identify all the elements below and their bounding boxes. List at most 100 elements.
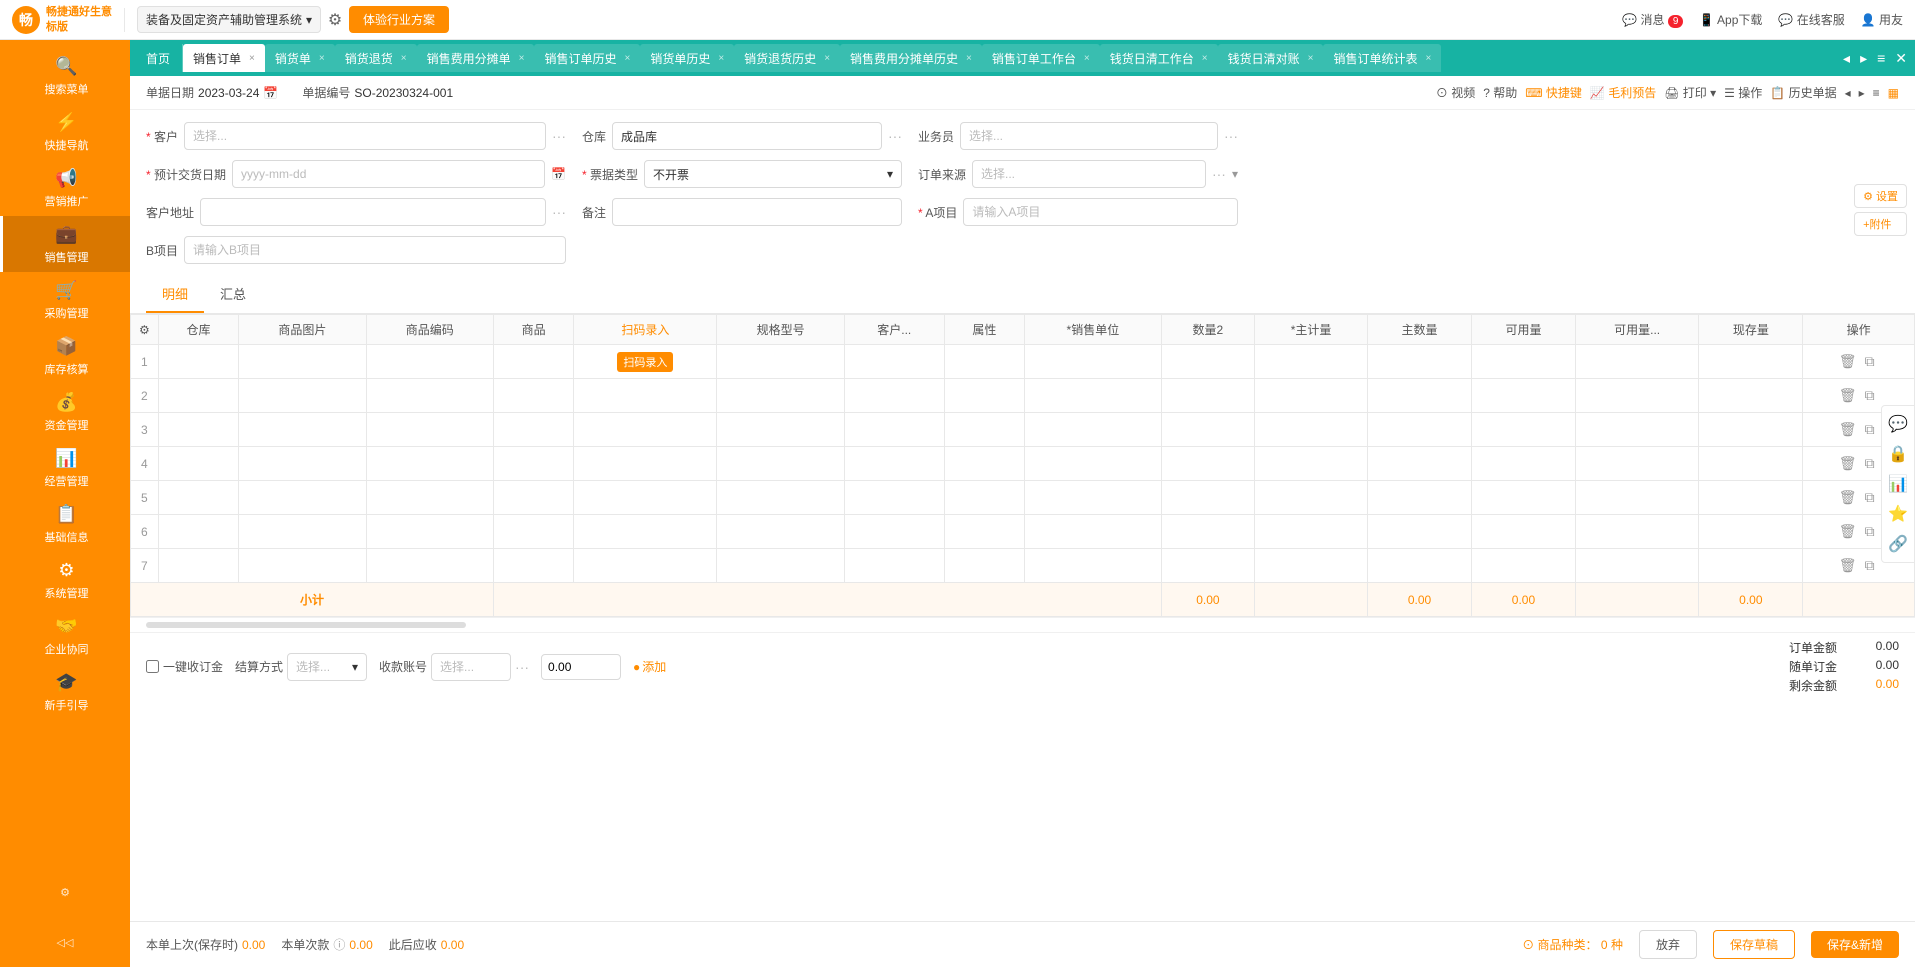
cell-product-1[interactable] (493, 345, 573, 379)
cell-avail2-2[interactable] (1575, 379, 1698, 413)
copy-icon-4[interactable]: ⧉ (1861, 455, 1879, 473)
copy-icon-2[interactable]: ⧉ (1861, 387, 1879, 405)
cell-warehouse-3[interactable] (158, 413, 238, 447)
save-new-button[interactable]: 保存&新增 (1811, 931, 1899, 958)
settings-icon-btn[interactable]: ⚙ (321, 6, 349, 34)
cell-code-2[interactable] (366, 379, 493, 413)
cell-mainunit-4[interactable] (1255, 447, 1368, 481)
cell-qty2-4[interactable] (1161, 447, 1254, 481)
cell-unit-7[interactable] (1025, 549, 1162, 583)
save-draft-button[interactable]: 保存草稿 (1713, 930, 1795, 959)
cell-mainqty-3[interactable] (1368, 413, 1472, 447)
copy-icon-7[interactable]: ⧉ (1861, 557, 1879, 575)
cell-scan-7[interactable] (574, 549, 717, 583)
delete-icon-2[interactable]: 🗑 (1839, 387, 1857, 405)
one-click-check[interactable] (146, 660, 159, 673)
cell-img-6[interactable] (239, 515, 366, 549)
tab-close-all[interactable]: ✕ (1891, 48, 1911, 69)
payment-method-select[interactable]: 选择... ▾ (287, 653, 367, 681)
cell-attr-1[interactable] (944, 345, 1024, 379)
cell-product-4[interactable] (493, 447, 573, 481)
cell-avail1-3[interactable] (1472, 413, 1576, 447)
cell-custcode-3[interactable] (844, 413, 944, 447)
right-panel-btn-1[interactable]: 💬 (1884, 410, 1912, 438)
cell-img-7[interactable] (239, 549, 366, 583)
cell-unit-3[interactable] (1025, 413, 1162, 447)
col-settings[interactable]: ⚙ (131, 315, 159, 345)
tab-order-history[interactable]: 销售订单历史 × (534, 44, 640, 72)
cell-avail1-6[interactable] (1472, 515, 1576, 549)
sidebar-item-search[interactable]: 🔍 搜索菜单 (0, 48, 130, 104)
tab-close-7[interactable]: × (966, 53, 972, 64)
delete-icon-6[interactable]: 🗑 (1839, 523, 1857, 541)
cell-attr-2[interactable] (944, 379, 1024, 413)
delete-icon-7[interactable]: 🗑 (1839, 557, 1857, 575)
cell-img-2[interactable] (239, 379, 366, 413)
cell-avail2-7[interactable] (1575, 549, 1698, 583)
cell-code-5[interactable] (366, 481, 493, 515)
print-action[interactable]: 🖨 打印 ▾ (1664, 84, 1716, 101)
cell-attr-7[interactable] (944, 549, 1024, 583)
cell-attr-4[interactable] (944, 447, 1024, 481)
cell-spec-3[interactable] (717, 413, 844, 447)
help-action[interactable]: ? 帮助 (1483, 84, 1517, 101)
delete-icon-5[interactable]: 🗑 (1839, 489, 1857, 507)
cell-code-4[interactable] (366, 447, 493, 481)
cell-warehouse-6[interactable] (158, 515, 238, 549)
online-service-btn[interactable]: 💬 在线客服 (1778, 11, 1844, 28)
sidebar-item-finance[interactable]: 💰 资金管理 (0, 384, 130, 440)
cell-stock-4[interactable] (1699, 447, 1803, 481)
cell-warehouse-7[interactable] (158, 549, 238, 583)
customer-addr-input[interactable] (200, 198, 546, 226)
cell-warehouse-2[interactable] (158, 379, 238, 413)
cell-stock-3[interactable] (1699, 413, 1803, 447)
calendar-icon[interactable]: 📅 (263, 86, 278, 100)
cell-product-5[interactable] (493, 481, 573, 515)
copy-icon-1[interactable]: ⧉ (1861, 353, 1879, 371)
tab-close-9[interactable]: × (1202, 53, 1208, 64)
cell-mainqty-5[interactable] (1368, 481, 1472, 515)
cell-product-2[interactable] (493, 379, 573, 413)
cell-code-7[interactable] (366, 549, 493, 583)
cell-code-3[interactable] (366, 413, 493, 447)
cell-avail2-3[interactable] (1575, 413, 1698, 447)
delivery-cal-icon[interactable]: 📅 (551, 167, 566, 181)
tab-next[interactable]: ▸ (1856, 48, 1871, 69)
tab-sales-expense[interactable]: 销售费用分摊单 × (417, 44, 535, 72)
one-click-checkbox[interactable]: 一键收订金 (146, 658, 223, 675)
cell-stock-6[interactable] (1699, 515, 1803, 549)
cell-unit-2[interactable] (1025, 379, 1162, 413)
tab-order-workbench[interactable]: 销售订单工作台 × (982, 44, 1100, 72)
cell-avail1-2[interactable] (1472, 379, 1576, 413)
sidebar-settings-footer[interactable]: ⚙ (0, 867, 130, 917)
header-list-view[interactable]: ≡ (1873, 86, 1880, 100)
cell-scan-2[interactable] (574, 379, 717, 413)
cell-mainunit-2[interactable] (1255, 379, 1368, 413)
cell-avail1-4[interactable] (1472, 447, 1576, 481)
sidebar-item-quicknav[interactable]: ⚡ 快捷导航 (0, 104, 130, 160)
order-source-input[interactable] (972, 160, 1206, 188)
salesman-more[interactable]: ··· (1224, 128, 1238, 144)
order-source-more[interactable]: ··· (1212, 166, 1226, 182)
history-action[interactable]: 📋 历史单据 (1770, 84, 1836, 101)
cell-img-5[interactable] (239, 481, 366, 515)
cell-scan-3[interactable] (574, 413, 717, 447)
scan-btn-1[interactable]: 扫码录入 (617, 352, 673, 372)
tab-bill-history[interactable]: 销货单历史 × (640, 44, 734, 72)
cell-unit-6[interactable] (1025, 515, 1162, 549)
app-download-btn[interactable]: 📱 App下载 (1699, 11, 1762, 28)
cell-mainqty-6[interactable] (1368, 515, 1472, 549)
tab-sales-order[interactable]: 销售订单 × (183, 44, 265, 72)
tab-expense-history[interactable]: 销售费用分摊单历史 × (840, 44, 982, 72)
payment-amount-input[interactable] (541, 654, 621, 680)
cell-qty2-1[interactable] (1161, 345, 1254, 379)
cell-qty2-7[interactable] (1161, 549, 1254, 583)
profit-action[interactable]: 📈 毛利预告 (1590, 84, 1656, 101)
cell-scan-6[interactable] (574, 515, 717, 549)
cell-mainunit-1[interactable] (1255, 345, 1368, 379)
sidebar-item-base-info[interactable]: 📋 基础信息 (0, 496, 130, 552)
sidebar-item-operations[interactable]: 📊 经营管理 (0, 440, 130, 496)
cell-attr-5[interactable] (944, 481, 1024, 515)
cell-stock-2[interactable] (1699, 379, 1803, 413)
cell-avail1-5[interactable] (1472, 481, 1576, 515)
